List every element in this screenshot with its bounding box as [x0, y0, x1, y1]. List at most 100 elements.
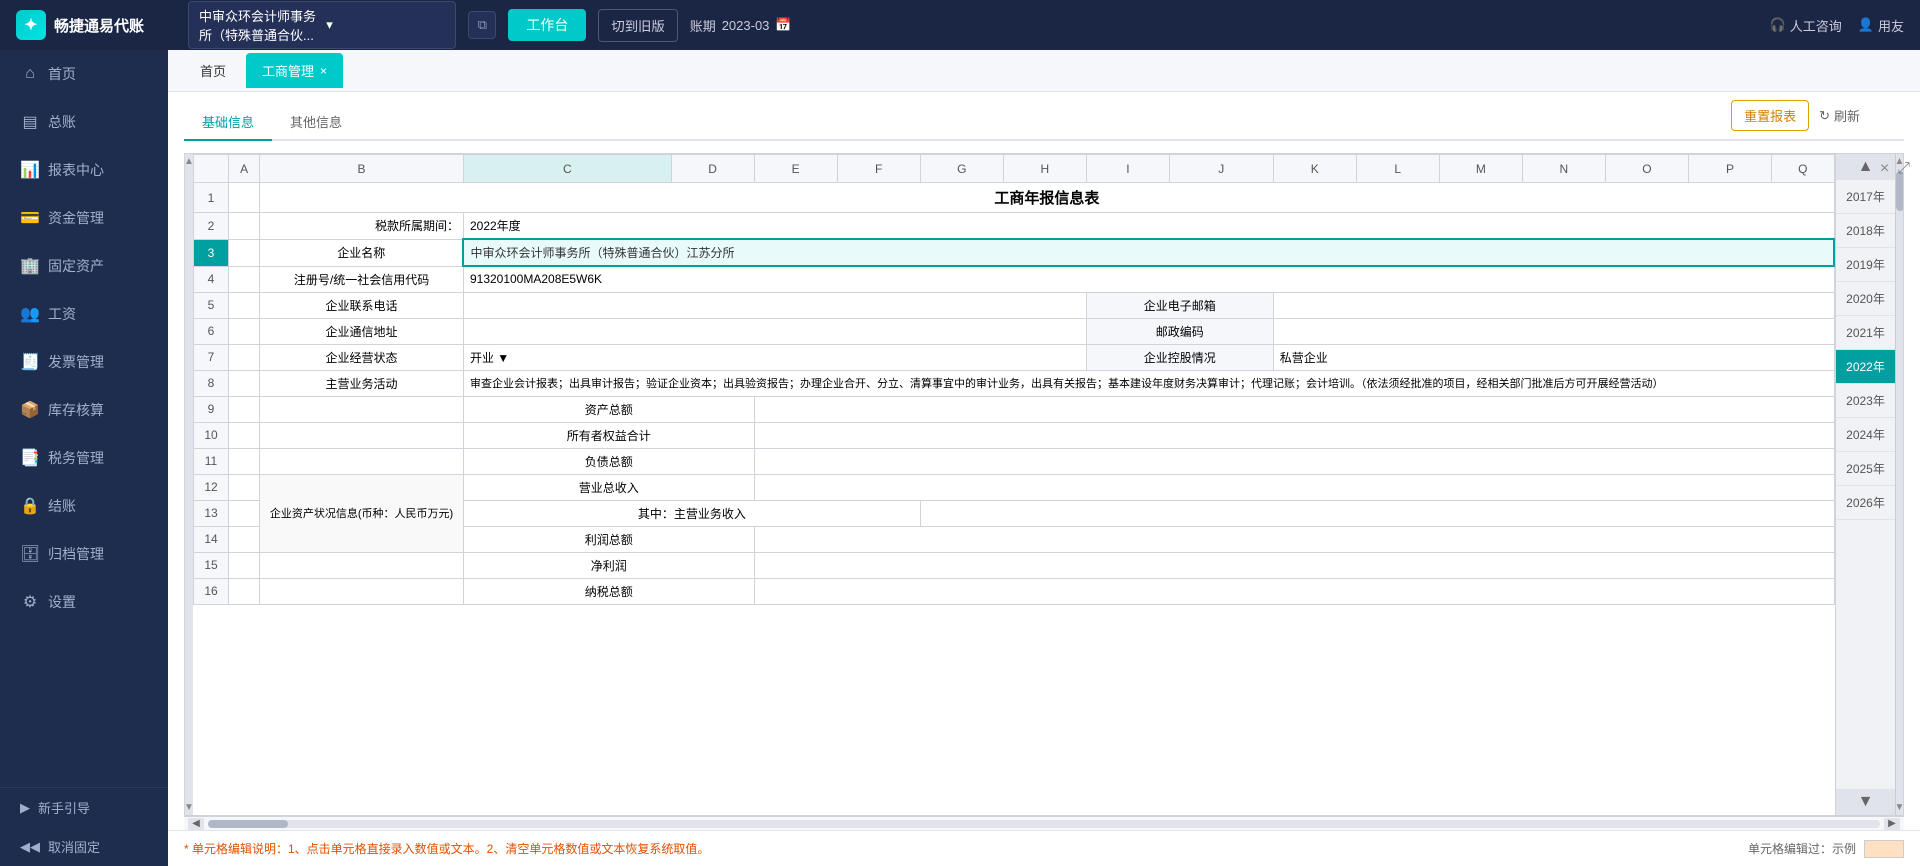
close-window-icon[interactable]: ×: [1880, 160, 1889, 178]
sub-tab-basic[interactable]: 基础信息: [184, 104, 272, 141]
cell-16-c: 纳税总额: [463, 578, 754, 604]
logo-area: ✦ 畅捷通易代账: [16, 10, 176, 40]
tab-commerce[interactable]: 工商管理 ×: [246, 53, 343, 88]
sidebar-item-settings[interactable]: ⚙ 设置: [0, 578, 168, 626]
copy-icon[interactable]: ⧉: [468, 11, 496, 39]
year-item-2024[interactable]: 2024年: [1836, 418, 1895, 452]
sidebar-item-payroll[interactable]: 👥 工资: [0, 290, 168, 338]
workbench-button[interactable]: 工作台: [508, 9, 586, 41]
tab-home[interactable]: 首页: [184, 53, 242, 88]
sidebar-item-archive[interactable]: 🗄 归档管理: [0, 530, 168, 578]
year-item-2025[interactable]: 2025年: [1836, 452, 1895, 486]
new-guide-item[interactable]: ▶ 新手引导: [0, 788, 168, 827]
cell-5-k[interactable]: [1273, 292, 1834, 318]
sidebar-label-invoice: 发票管理: [48, 352, 104, 372]
row-num-11: 11: [194, 448, 229, 474]
col-header-g: G: [920, 155, 1003, 183]
cell-7-b: 企业经营状态: [260, 344, 464, 370]
sidebar-item-inventory[interactable]: 📦 库存核算: [0, 386, 168, 434]
h-scroll-right-icon[interactable]: ▶: [1884, 818, 1900, 830]
year-panel: ▲ 2017年 2018年 2019年 2020年 2021年 2022年 20…: [1835, 154, 1895, 815]
tab-close-icon[interactable]: ×: [320, 64, 327, 78]
scroll-right-down[interactable]: ▼: [1895, 802, 1904, 813]
sub-tab-other-label: 其他信息: [290, 115, 342, 130]
cell-6-c[interactable]: [463, 318, 1086, 344]
col-header-m: M: [1439, 155, 1522, 183]
cell-11-e[interactable]: [754, 448, 1834, 474]
row-num-12: 12: [194, 474, 229, 500]
header-right: 🎧 人工咨询 👤 用友: [1770, 16, 1904, 35]
cell-10-e[interactable]: [754, 422, 1834, 448]
cell-company-name[interactable]: 中审众环会计师事务所（特殊普通合伙）江苏分所: [463, 239, 1834, 266]
sidebar-item-ledger[interactable]: ▤ 总账: [0, 98, 168, 146]
cell-3-a: [229, 239, 260, 266]
cancel-fixed-label: 取消固定: [48, 837, 100, 856]
cell-9-e[interactable]: [754, 396, 1834, 422]
sidebar-item-invoice[interactable]: 🧾 发票管理: [0, 338, 168, 386]
cell-10-c: 所有者权益合计: [463, 422, 754, 448]
edited-label: 单元格编辑过：示例: [1748, 840, 1856, 857]
year-item-2020[interactable]: 2020年: [1836, 282, 1895, 316]
cell-1-a: [229, 183, 260, 213]
cell-15-a: [229, 552, 260, 578]
cell-7-c[interactable]: 开业 ▼: [463, 344, 1086, 370]
sidebar-item-funds[interactable]: 💳 资金管理: [0, 194, 168, 242]
cell-12-a: [229, 474, 260, 500]
old-version-button[interactable]: 切到旧版: [598, 9, 677, 42]
cell-13-g[interactable]: [920, 500, 1834, 526]
year-item-2019[interactable]: 2019年: [1836, 248, 1895, 282]
year-item-2021[interactable]: 2021年: [1836, 316, 1895, 350]
sidebar-item-close[interactable]: 🔒 结账: [0, 482, 168, 530]
expand-window-icon[interactable]: ⤢: [1897, 160, 1910, 178]
cell-6-k[interactable]: [1273, 318, 1834, 344]
cell-9-a: [229, 396, 260, 422]
cell-15-e[interactable]: [754, 552, 1834, 578]
year-item-2018[interactable]: 2018年: [1836, 214, 1895, 248]
calendar-icon[interactable]: 📅: [775, 17, 791, 33]
scroll-up-icon[interactable]: ▲: [184, 156, 194, 167]
h-scroll-left-icon[interactable]: ◀: [188, 818, 204, 830]
year-item-2022[interactable]: 2022年: [1836, 350, 1895, 384]
cell-14-e[interactable]: [754, 526, 1834, 552]
cell-7-k[interactable]: 私营企业: [1273, 344, 1834, 370]
spreadsheet-scroll[interactable]: A B C D E F G H I J: [193, 154, 1835, 815]
sidebar-item-assets[interactable]: 🏢 固定资产: [0, 242, 168, 290]
year-item-2017[interactable]: 2017年: [1836, 180, 1895, 214]
year-panel-down[interactable]: ▼: [1836, 789, 1895, 815]
year-item-2023[interactable]: 2023年: [1836, 384, 1895, 418]
h-scroll-bar[interactable]: ◀ ▶: [184, 816, 1904, 830]
cancel-fixed-item[interactable]: ◀◀ 取消固定: [0, 827, 168, 866]
cell-2-c[interactable]: 2022年度: [463, 213, 1834, 240]
consult-button[interactable]: 🎧 人工咨询: [1770, 16, 1842, 35]
cell-8-c[interactable]: 审查企业会计报表；出具审计报告；验证企业资本；出具验资报告；办理企业合开、分立、…: [463, 370, 1834, 396]
sidebar-item-tax[interactable]: 📑 税务管理: [0, 434, 168, 482]
pin-icon: ◀◀: [20, 839, 40, 855]
year-item-2026[interactable]: 2026年: [1836, 486, 1895, 520]
refresh-button[interactable]: ↻ 刷新: [1819, 106, 1860, 125]
logo-text: 畅捷通易代账: [54, 15, 144, 36]
cell-5-c[interactable]: [463, 292, 1086, 318]
right-scrollbar[interactable]: ▲ ▼: [1895, 154, 1903, 815]
headset-icon: 🎧: [1770, 17, 1786, 33]
cell-12-e[interactable]: [754, 474, 1834, 500]
cell-4-c[interactable]: 91320100MA208E5W6K: [463, 266, 1834, 292]
sidebar-item-reports[interactable]: 📊 报表中心: [0, 146, 168, 194]
sub-tab-other[interactable]: 其他信息: [272, 104, 360, 141]
company-selector[interactable]: 中审众环会计师事务所（特殊普通合伙... ▾: [188, 1, 456, 49]
cell-7-j: 企业控股情况: [1086, 344, 1273, 370]
col-header-b: B: [260, 155, 464, 183]
cell-14-a: [229, 526, 260, 552]
sub-tabs-area: 基础信息 其他信息: [168, 92, 1920, 153]
user-area[interactable]: 👤 用友: [1858, 16, 1904, 35]
sidebar-item-home[interactable]: ⌂ 首页: [0, 50, 168, 98]
cell-title[interactable]: 工商年报信息表: [260, 183, 1834, 213]
cell-16-e[interactable]: [754, 578, 1834, 604]
table-row: 9 资产总额: [194, 396, 1835, 422]
scroll-down-icon[interactable]: ▼: [184, 802, 194, 813]
h-scroll-thumb[interactable]: [208, 820, 288, 828]
v-scrollbar[interactable]: ▲ ▼: [185, 154, 193, 815]
h-scroll-track[interactable]: [208, 820, 1880, 828]
table-row: 15 净利润: [194, 552, 1835, 578]
col-header-c: C: [463, 155, 671, 183]
reset-report-button[interactable]: 重置报表: [1731, 100, 1809, 131]
